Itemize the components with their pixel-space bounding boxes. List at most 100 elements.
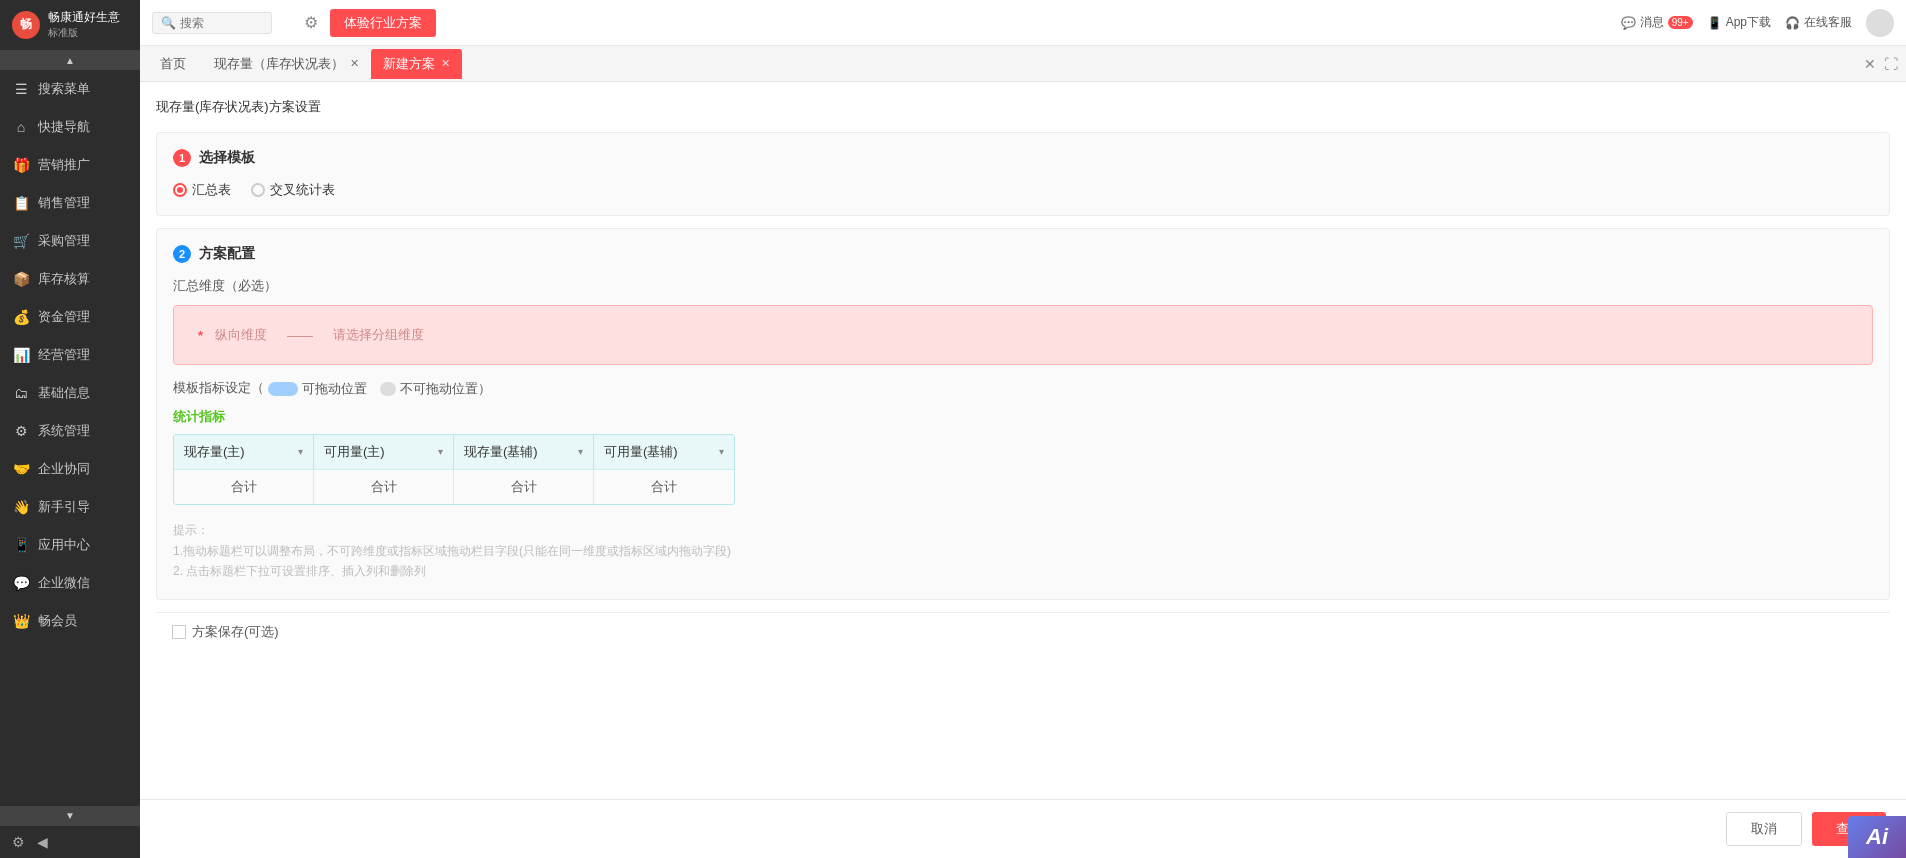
sidebar-item-search-menu[interactable]: ☰ 搜索菜单: [0, 70, 140, 108]
tip-item-1: 2. 点击标题栏下拉可设置排序、插入列和删除列: [173, 563, 1873, 580]
sidebar-logo: 畅 畅康通好生意 标准版: [0, 0, 140, 51]
not-draggable-label: 不可拖动位置）: [400, 380, 491, 398]
settings-footer-icon[interactable]: ⚙: [12, 834, 25, 850]
stats-table: 现存量(主) ▾ 可用量(主) ▾ 现存量(基辅) ▾ 可用量(基辅) ▾: [173, 434, 735, 505]
radio-cross-btn[interactable]: [251, 183, 265, 197]
tab-home[interactable]: 首页: [148, 49, 198, 79]
logo-icon: 畅: [12, 11, 40, 39]
cancel-button[interactable]: 取消: [1726, 812, 1802, 846]
sidebar-item-purchase[interactable]: 🛒 采购管理: [0, 222, 140, 260]
stats-col-2[interactable]: 现存量(基辅) ▾: [454, 435, 594, 469]
sidebar-item-inventory[interactable]: 📦 库存核算: [0, 260, 140, 298]
tab-inventory-close[interactable]: ✕: [350, 57, 359, 70]
chevron-down-icon-0[interactable]: ▾: [298, 446, 303, 457]
main-area: 🔍 ⚙ 体验行业方案 💬 消息 99+ 📱 App下载 🎧 在线客服: [140, 0, 1906, 858]
sidebar-item-label: 快捷导航: [38, 118, 90, 136]
indicators-label-text: 模板指标设定（: [173, 380, 264, 395]
sidebar-scroll-down[interactable]: ▼: [0, 806, 140, 825]
stats-col-0[interactable]: 现存量(主) ▾: [174, 435, 314, 469]
toggle-draggable[interactable]: [268, 382, 298, 396]
sidebar-item-label: 资金管理: [38, 308, 90, 326]
avatar[interactable]: [1866, 9, 1894, 37]
trial-btn[interactable]: 体验行业方案: [330, 9, 436, 37]
topbar-settings-icon[interactable]: ⚙: [300, 9, 322, 36]
message-icon: 💬: [1621, 16, 1636, 30]
step1-title: 选择模板: [199, 149, 255, 167]
sidebar-item-sales[interactable]: 📋 销售管理: [0, 184, 140, 222]
sidebar-item-corp-wechat[interactable]: 💬 企业微信: [0, 564, 140, 602]
sidebar-item-system[interactable]: ⚙ 系统管理: [0, 412, 140, 450]
sidebar-item-corp-agreement[interactable]: 🤝 企业协同: [0, 450, 140, 488]
sidebar-nav: ☰ 搜索菜单 ⌂ 快捷导航 🎁 营销推广 📋 销售管理 🛒 采购管理 📦 库存核…: [0, 70, 140, 806]
sidebar-item-base-info[interactable]: 🗂 基础信息: [0, 374, 140, 412]
search-input[interactable]: [180, 16, 260, 30]
section-plan-config: 2 方案配置 汇总维度（必选） * 纵向维度 —— 请选择分组维度 模板指标设定…: [156, 228, 1890, 600]
sidebar-item-new-guide[interactable]: 👋 新手引导: [0, 488, 140, 526]
radio-cross[interactable]: 交叉统计表: [251, 181, 335, 199]
tab-new-plan[interactable]: 新建方案 ✕: [371, 49, 462, 79]
sidebar-item-label: 销售管理: [38, 194, 90, 212]
chevron-down-icon-1[interactable]: ▾: [438, 446, 443, 457]
ai-badge[interactable]: Ai: [1848, 816, 1906, 858]
search-box[interactable]: 🔍: [152, 12, 272, 34]
sidebar-item-finance[interactable]: 💰 资金管理: [0, 298, 140, 336]
window-expand-btn[interactable]: ⛶: [1884, 56, 1898, 72]
message-badge: 99+: [1668, 16, 1693, 29]
sidebar-item-label: 企业协同: [38, 460, 90, 478]
logo-name: 畅康通好生意: [48, 10, 120, 26]
save-checkbox[interactable]: [172, 625, 186, 639]
chevron-down-icon-2[interactable]: ▾: [578, 446, 583, 457]
search-icon: 🔍: [161, 16, 176, 30]
save-area: 方案保存(可选): [156, 612, 1890, 651]
app-center-icon: 📱: [12, 536, 30, 554]
audio-footer-icon[interactable]: ◀: [37, 834, 48, 850]
inventory-icon: 📦: [12, 270, 30, 288]
sidebar-item-label: 库存核算: [38, 270, 90, 288]
tab-new-plan-close[interactable]: ✕: [441, 57, 450, 70]
summary-dim-label: 汇总维度（必选）: [173, 277, 1873, 295]
corp-agreement-icon: 🤝: [12, 460, 30, 478]
stats-cell-0: 合计: [174, 470, 314, 504]
dim-label: 纵向维度: [215, 326, 267, 344]
app-download-label: App下载: [1726, 14, 1771, 31]
tab-inventory-status[interactable]: 现存量（库存状况表） ✕: [202, 49, 371, 79]
tip-item-0: 1.拖动标题栏可以调整布局，不可跨维度或指标区域拖动栏目字段(只能在同一维度或指…: [173, 543, 1873, 560]
stats-col-3[interactable]: 可用量(基辅) ▾: [594, 435, 734, 469]
stats-col-1[interactable]: 可用量(主) ▾: [314, 435, 454, 469]
tab-home-label: 首页: [160, 55, 186, 73]
content-area: 现存量(库存状况表)方案设置 1 选择模板 汇总表 交叉统计表: [140, 82, 1906, 799]
dim-arrow: ——: [287, 328, 313, 343]
sidebar-item-quick-nav[interactable]: ⌂ 快捷导航: [0, 108, 140, 146]
tips-section: 提示： 1.拖动标题栏可以调整布局，不可跨维度或指标区域拖动栏目字段(只能在同一…: [173, 522, 1873, 580]
quick-nav-icon: ⌂: [12, 118, 30, 136]
toggle-not-draggable: [380, 382, 396, 396]
tab-inventory-label: 现存量（库存状况表）: [214, 55, 344, 73]
purchase-icon: 🛒: [12, 232, 30, 250]
step1-badge: 1: [173, 149, 191, 167]
system-icon: ⚙: [12, 422, 30, 440]
sidebar-footer: ⚙ ◀: [0, 825, 140, 858]
sidebar-item-member[interactable]: 👑 畅会员: [0, 602, 140, 640]
app-download-btn[interactable]: 📱 App下载: [1707, 14, 1771, 31]
sidebar-item-label: 搜索菜单: [38, 80, 90, 98]
radio-summary-label: 汇总表: [192, 181, 231, 199]
window-close-btn[interactable]: ✕: [1864, 56, 1876, 72]
chevron-down-icon-3[interactable]: ▾: [719, 446, 724, 457]
sidebar-scroll-up[interactable]: ▲: [0, 51, 140, 70]
service-btn[interactable]: 🎧 在线客服: [1785, 14, 1852, 31]
radio-summary[interactable]: 汇总表: [173, 181, 231, 199]
marketing-icon: 🎁: [12, 156, 30, 174]
stats-table-row: 合计 合计 合计 合计: [174, 469, 734, 504]
message-btn[interactable]: 💬 消息 99+: [1621, 14, 1693, 31]
draggable-label: 可拖动位置: [302, 380, 367, 398]
sidebar-item-label: 系统管理: [38, 422, 90, 440]
stats-col-label-2: 现存量(基辅): [464, 443, 538, 461]
tips-label: 提示：: [173, 522, 1873, 539]
sidebar-item-operations[interactable]: 📊 经营管理: [0, 336, 140, 374]
sidebar-item-marketing[interactable]: 🎁 营销推广: [0, 146, 140, 184]
radio-summary-btn[interactable]: [173, 183, 187, 197]
sidebar: 畅 畅康通好生意 标准版 ▲ ☰ 搜索菜单 ⌂ 快捷导航 🎁 营销推广 📋 销售…: [0, 0, 140, 858]
finance-icon: 💰: [12, 308, 30, 326]
stats-col-label-3: 可用量(基辅): [604, 443, 678, 461]
sidebar-item-app-center[interactable]: 📱 应用中心: [0, 526, 140, 564]
